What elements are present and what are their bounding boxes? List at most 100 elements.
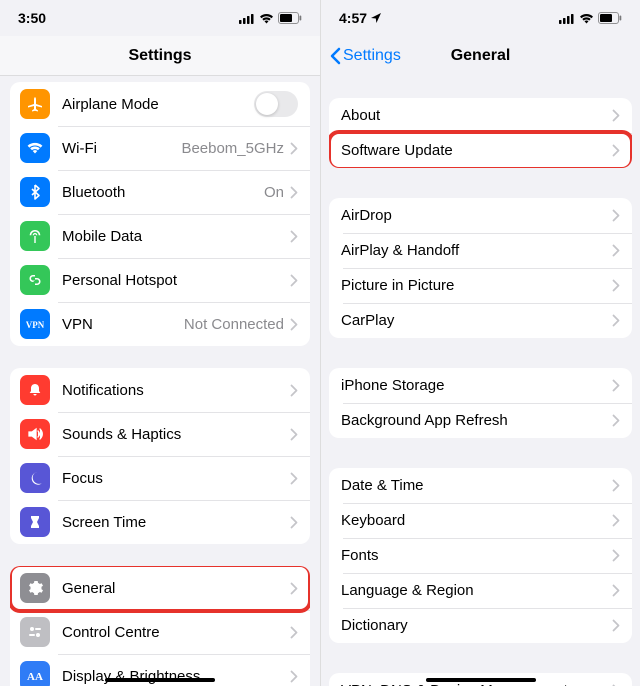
- row-bgrefresh[interactable]: Background App Refresh: [329, 403, 632, 438]
- row-mobiledata[interactable]: Mobile Data: [10, 214, 310, 258]
- row-carplay[interactable]: CarPlay: [329, 303, 632, 338]
- row-label: Picture in Picture: [341, 277, 612, 294]
- row-value: Not Connected: [184, 316, 284, 333]
- status-bar: 4:57: [321, 0, 640, 36]
- settings-group: AirDrop AirPlay & Handoff Picture in Pictu…: [329, 198, 632, 338]
- row-label: Background App Refresh: [341, 412, 612, 429]
- row-label: Language & Region: [341, 582, 612, 599]
- chevron-left-icon: [329, 47, 341, 65]
- row-label: Bluetooth: [62, 184, 264, 201]
- chevron-right-icon: [290, 428, 298, 441]
- row-label: CarPlay: [341, 312, 612, 329]
- chevron-right-icon: [290, 472, 298, 485]
- row-label: AirPlay & Handoff: [341, 242, 612, 259]
- status-time: 4:57: [339, 10, 381, 26]
- nav-header: Settings General: [321, 36, 640, 76]
- row-wifi[interactable]: Wi-FiBeebom_5GHz: [10, 126, 310, 170]
- chevron-right-icon: [290, 626, 298, 639]
- row-general[interactable]: General: [10, 566, 310, 610]
- battery-icon: [278, 12, 302, 24]
- row-label: VPN: [62, 316, 184, 333]
- row-label: Notifications: [62, 382, 290, 399]
- settings-group: GeneralControl CentreAADisplay & Brightn…: [10, 566, 310, 686]
- general-list[interactable]: About Software Update AirDrop AirPlay & Han…: [321, 76, 640, 686]
- status-right: [559, 12, 622, 24]
- row-label: General: [62, 580, 290, 597]
- row-about[interactable]: About: [329, 98, 632, 133]
- row-softwareupdate[interactable]: Software Update: [329, 133, 632, 168]
- row-fonts[interactable]: Fonts: [329, 538, 632, 573]
- settings-group: iPhone Storage Background App Refresh: [329, 368, 632, 438]
- cellular-icon: [559, 13, 575, 24]
- back-button[interactable]: Settings: [329, 47, 401, 65]
- airplane-icon: [20, 89, 50, 119]
- row-value: Beebom_5GHz: [181, 140, 284, 157]
- row-airdrop[interactable]: AirDrop: [329, 198, 632, 233]
- row-label: Control Centre: [62, 624, 290, 641]
- home-indicator[interactable]: [426, 678, 536, 682]
- row-label: About: [341, 107, 612, 124]
- switches-icon: [20, 617, 50, 647]
- chevron-right-icon: [612, 314, 620, 327]
- row-notifications[interactable]: Notifications: [10, 368, 310, 412]
- row-label: Keyboard: [341, 512, 612, 529]
- chevron-right-icon: [612, 584, 620, 597]
- row-airplane[interactable]: Airplane Mode: [10, 82, 310, 126]
- row-controlcentre[interactable]: Control Centre: [10, 610, 310, 654]
- nav-header: Settings: [0, 36, 320, 76]
- wifi-icon: [20, 133, 50, 163]
- battery-icon: [598, 12, 622, 24]
- settings-list[interactable]: Airplane ModeWi-FiBeebom_5GHzBluetoothOn…: [0, 76, 320, 686]
- row-label: Sounds & Haptics: [62, 426, 290, 443]
- wifi-status-icon: [259, 13, 274, 24]
- row-label: Fonts: [341, 547, 612, 564]
- nav-title: General: [451, 47, 511, 65]
- row-pip[interactable]: Picture in Picture: [329, 268, 632, 303]
- row-value: On: [264, 184, 284, 201]
- chevron-right-icon: [612, 549, 620, 562]
- row-keyboard[interactable]: Keyboard: [329, 503, 632, 538]
- moon-icon: [20, 463, 50, 493]
- row-screentime[interactable]: Screen Time: [10, 500, 310, 544]
- chevron-right-icon: [612, 619, 620, 632]
- chevron-right-icon: [612, 244, 620, 257]
- chevron-right-icon: [290, 670, 298, 683]
- cellular-icon: [239, 13, 255, 24]
- toggle-airplane[interactable]: [254, 91, 298, 117]
- row-vpn[interactable]: VPNVPNNot Connected: [10, 302, 310, 346]
- status-time: 3:50: [18, 10, 46, 26]
- row-hotspot[interactable]: Personal Hotspot: [10, 258, 310, 302]
- row-storage[interactable]: iPhone Storage: [329, 368, 632, 403]
- row-datetime[interactable]: Date & Time: [329, 468, 632, 503]
- row-label: Date & Time: [341, 477, 612, 494]
- row-label: Focus: [62, 470, 290, 487]
- row-dictionary[interactable]: Dictionary: [329, 608, 632, 643]
- bell-icon: [20, 375, 50, 405]
- chevron-right-icon: [290, 274, 298, 287]
- link-icon: [20, 265, 50, 295]
- row-language[interactable]: Language & Region: [329, 573, 632, 608]
- chevron-right-icon: [612, 414, 620, 427]
- settings-group: Airplane ModeWi-FiBeebom_5GHzBluetoothOn…: [10, 82, 310, 346]
- chevron-right-icon: [612, 279, 620, 292]
- home-indicator[interactable]: [105, 678, 215, 682]
- row-airplay[interactable]: AirPlay & Handoff: [329, 233, 632, 268]
- settings-group: About Software Update: [329, 98, 632, 168]
- row-bluetooth[interactable]: BluetoothOn: [10, 170, 310, 214]
- vpn-icon: VPN: [20, 309, 50, 339]
- chevron-right-icon: [612, 479, 620, 492]
- svg-text:AA: AA: [27, 671, 43, 683]
- hourglass-icon: [20, 507, 50, 537]
- row-focus[interactable]: Focus: [10, 456, 310, 500]
- settings-group: Notifications Sounds & Haptics Focus Screen…: [10, 368, 310, 544]
- row-label: VPN, DNS & Device Management: [341, 682, 612, 686]
- speaker-icon: [20, 419, 50, 449]
- row-label: Personal Hotspot: [62, 272, 290, 289]
- row-label: iPhone Storage: [341, 377, 612, 394]
- chevron-right-icon: [612, 379, 620, 392]
- row-label: AirDrop: [341, 207, 612, 224]
- row-sounds[interactable]: Sounds & Haptics: [10, 412, 310, 456]
- chevron-right-icon: [290, 230, 298, 243]
- back-label: Settings: [343, 47, 401, 65]
- chevron-right-icon: [290, 516, 298, 529]
